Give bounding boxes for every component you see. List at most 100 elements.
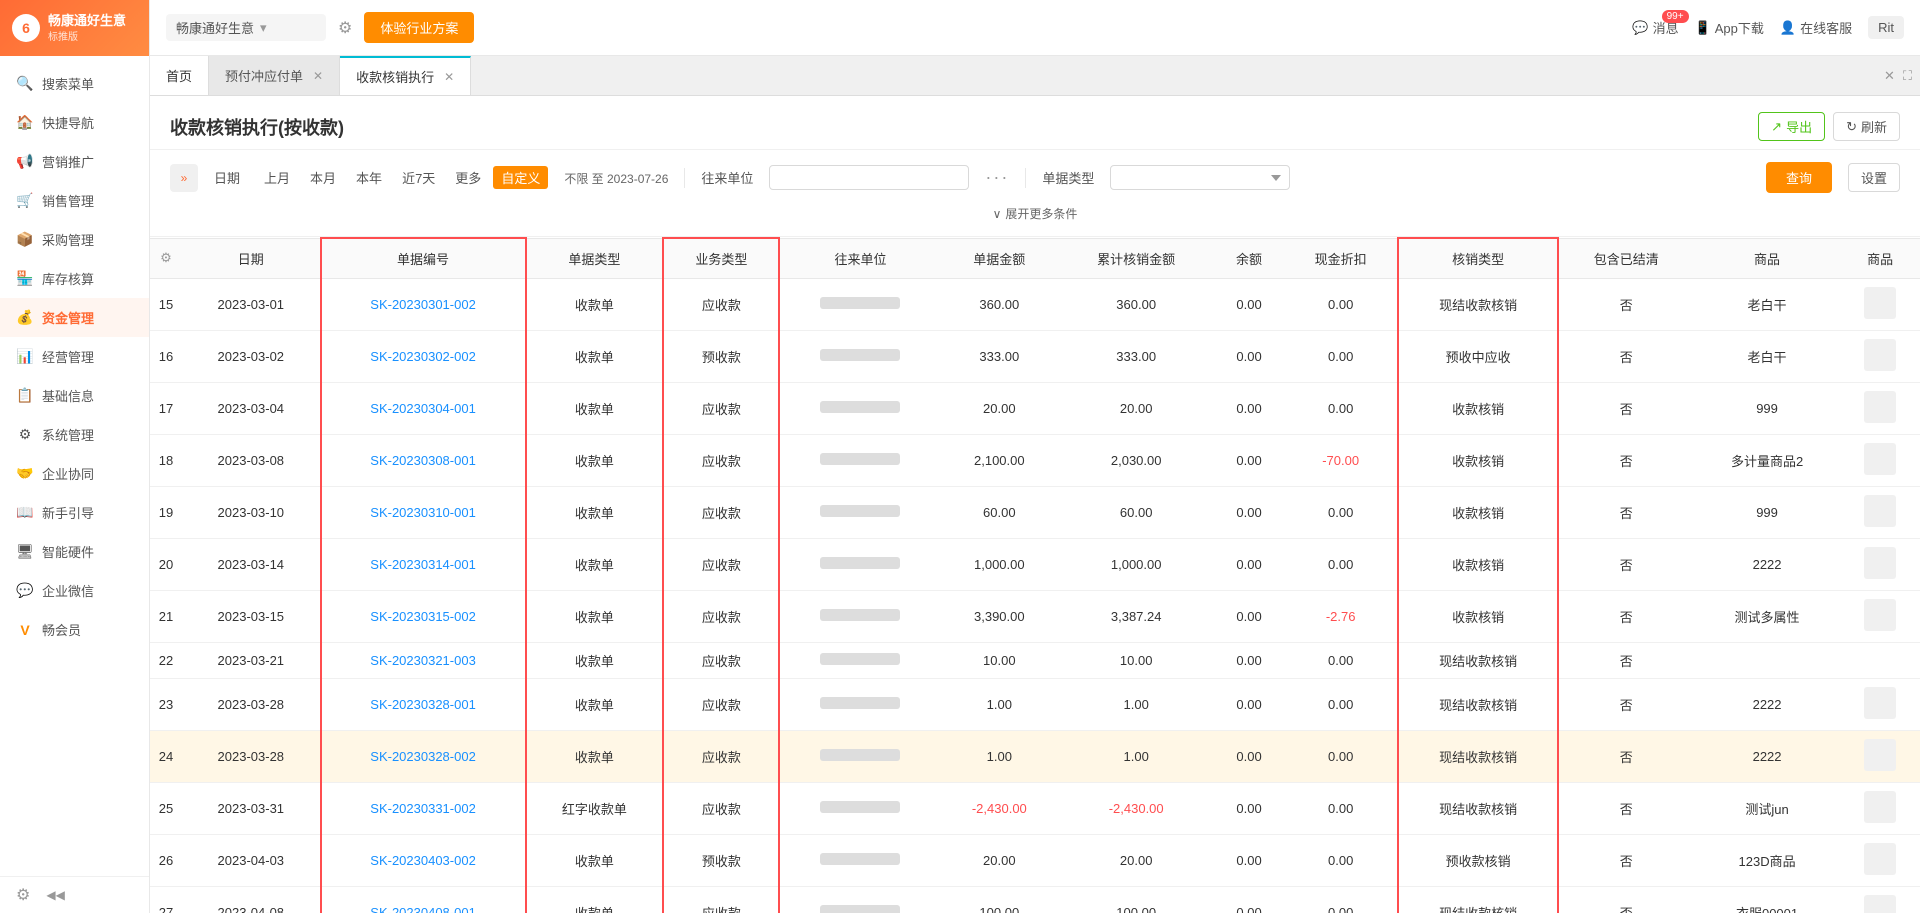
td-balance: 0.00 [1214,331,1284,383]
td-no: 24 [150,731,182,783]
td-include-settled: 否 [1558,643,1694,679]
sidebar-item-nav[interactable]: 🏠 快捷导航 [0,103,149,142]
user-profile[interactable]: Rit [1868,16,1904,39]
td-no: 21 [150,591,182,643]
td-goods-thumb [1840,591,1920,643]
sidebar-item-corp[interactable]: 🤝 企业协同 [0,454,149,493]
td-goods: 测试jun [1694,783,1840,835]
goods-thumbnail [1864,739,1896,771]
sidebar-item-purchase[interactable]: 📦 采购管理 [0,220,149,259]
td-accum-verify: 3,387.24 [1058,591,1214,643]
date-btn-7days[interactable]: 近7天 [394,166,443,189]
td-accum-verify: 360.00 [1058,279,1214,331]
date-btn-last-month[interactable]: 上月 [256,166,298,189]
doc-no-link[interactable]: SK-20230310-001 [370,505,476,520]
sidebar-item-member[interactable]: V 畅会员 [0,610,149,649]
td-include-settled: 否 [1558,731,1694,783]
doc-no-link[interactable]: SK-20230315-002 [370,609,476,624]
app-download-btn[interactable]: 📱 App下载 [1695,18,1764,37]
doc-no-link[interactable]: SK-20230321-003 [370,653,476,668]
sidebar-item-inventory[interactable]: 🏪 库存核算 [0,259,149,298]
doc-no-link[interactable]: SK-20230403-002 [370,853,476,868]
td-goods: 老白干 [1694,279,1840,331]
sidebar-item-search[interactable]: 🔍 搜索菜单 [0,64,149,103]
td-include-settled: 否 [1558,835,1694,887]
refresh-btn[interactable]: ↻ 刷新 [1833,112,1900,141]
th-counterpart: 往来单位 [779,238,940,279]
td-doc-amount: 1.00 [940,679,1058,731]
filter-expand-btn[interactable]: » [170,164,198,192]
close-all-icon[interactable]: ✕ [1884,68,1895,84]
service-icon: 👤 [1780,20,1796,36]
doc-type-select[interactable] [1110,165,1290,190]
sidebar-item-basic[interactable]: 📋 基础信息 [0,376,149,415]
table-settings-icon[interactable]: ⚙ [160,250,172,265]
td-biz-type: 应收款 [663,279,779,331]
td-goods-thumb [1840,539,1920,591]
service-btn[interactable]: 👤 在线客服 [1780,18,1852,37]
sidebar-item-guide[interactable]: 📖 新手引导 [0,493,149,532]
th-accum-verify: 累计核销金额 [1058,238,1214,279]
td-counterpart [779,783,940,835]
sidebar-item-wechat[interactable]: 💬 企业微信 [0,571,149,610]
sidebar-item-sales[interactable]: 🛒 销售管理 [0,181,149,220]
date-btn-this-month[interactable]: 本月 [302,166,344,189]
th-settings[interactable]: ⚙ [150,238,182,279]
settings-icon[interactable]: ⚙ [16,885,30,905]
expand-more-row[interactable]: ∨ 展开更多条件 [170,203,1900,224]
tab-receipt[interactable]: 收款核销执行 ✕ [340,56,471,95]
workspace-selector[interactable]: 畅康通好生意 ▾ [166,14,326,41]
sidebar-item-marketing[interactable]: 📢 营销推广 [0,142,149,181]
td-doc-no: SK-20230304-001 [321,383,526,435]
doc-no-link[interactable]: SK-20230314-001 [370,557,476,572]
settings-btn[interactable]: 设置 [1848,163,1900,192]
doc-no-link[interactable]: SK-20230328-001 [370,697,476,712]
doc-no-link[interactable]: SK-20230308-001 [370,453,476,468]
td-counterpart [779,383,940,435]
doc-no-link[interactable]: SK-20230331-002 [370,801,476,816]
td-goods: 2222 [1694,539,1840,591]
goods-thumbnail [1864,495,1896,527]
sidebar-item-system[interactable]: ⚙ 系统管理 [0,415,149,454]
doc-no-link[interactable]: SK-20230302-002 [370,349,476,364]
tab-receipt-close[interactable]: ✕ [444,70,454,84]
th-balance: 余额 [1214,238,1284,279]
tab-prepay[interactable]: 预付冲应付单 ✕ [209,56,340,95]
page-title: 收款核销执行(按收款) [170,114,344,140]
sidebar-item-hardware[interactable]: 🖥 智能硬件 [0,532,149,571]
system-icon: ⚙ [16,426,34,444]
table-row: 24 2023-03-28 SK-20230328-002 收款单 应收款 1.… [150,731,1920,783]
maximize-icon[interactable]: ⛶ [1903,68,1912,84]
sidebar-item-label: 搜索菜单 [42,74,94,93]
counterpart-input[interactable] [769,165,969,190]
td-no: 22 [150,643,182,679]
date-btn-more[interactable]: 更多 [447,166,489,189]
th-biz-type: 业务类型 [663,238,779,279]
message-icon: 💬 [1632,20,1648,36]
doc-no-link[interactable]: SK-20230304-001 [370,401,476,416]
table-row: 19 2023-03-10 SK-20230310-001 收款单 应收款 60… [150,487,1920,539]
td-cash-discount: 0.00 [1284,331,1399,383]
gear-icon[interactable]: ⚙ [338,18,352,38]
td-accum-verify: 100.00 [1058,887,1214,913]
message-btn[interactable]: 💬 消息 99+ [1632,18,1678,37]
doc-no-link[interactable]: SK-20230408-001 [370,905,476,913]
doc-no-link[interactable]: SK-20230328-002 [370,749,476,764]
date-btn-custom[interactable]: 自定义 [493,166,548,189]
doc-no-link[interactable]: SK-20230301-002 [370,297,476,312]
td-counterpart [779,731,940,783]
tab-prepay-close[interactable]: ✕ [313,69,323,83]
query-btn[interactable]: 查询 [1766,162,1832,193]
td-counterpart [779,539,940,591]
tab-home[interactable]: 首页 [150,56,209,95]
td-date: 2023-04-03 [182,835,321,887]
sidebar-item-finance[interactable]: 💰 资金管理 [0,298,149,337]
sidebar-item-operation[interactable]: 📊 经营管理 [0,337,149,376]
solution-btn[interactable]: 体验行业方案 [364,12,474,43]
td-date: 2023-03-02 [182,331,321,383]
td-verify-type: 收款核销 [1398,435,1557,487]
export-btn[interactable]: ↗ 导出 [1758,112,1825,141]
td-date: 2023-03-01 [182,279,321,331]
collapse-icon[interactable]: ◀◀ [46,888,64,902]
date-btn-this-year[interactable]: 本年 [348,166,390,189]
